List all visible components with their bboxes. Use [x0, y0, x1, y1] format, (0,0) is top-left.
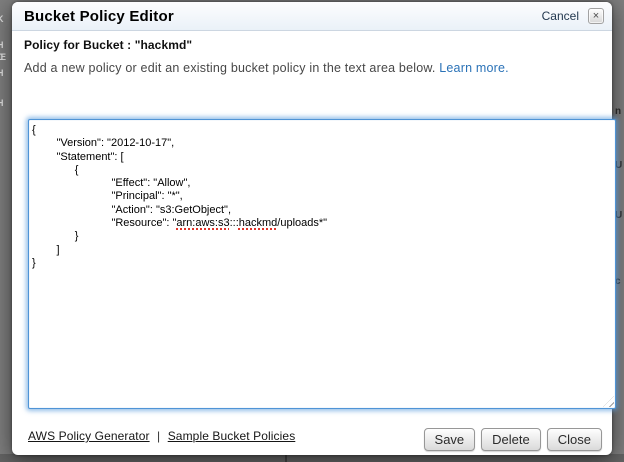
policy-text: { "Version": "2012-10-17", "Statement": … — [32, 124, 611, 270]
sample-bucket-policies-link[interactable]: Sample Bucket Policies — [168, 429, 296, 443]
resize-grip[interactable] — [603, 396, 614, 407]
learn-more-link[interactable]: Learn more. — [439, 61, 509, 75]
backdrop-bottom-strip — [0, 454, 624, 462]
aws-policy-generator-link[interactable]: AWS Policy Generator — [28, 429, 150, 443]
dialog-title: Bucket Policy Editor — [24, 8, 542, 25]
delete-button[interactable]: Delete — [481, 428, 541, 451]
policy-for-bucket-label: Policy for Bucket : "hackmd" — [24, 38, 600, 52]
backdrop-text-fragment: n — [615, 106, 624, 117]
cancel-link[interactable]: Cancel — [542, 9, 579, 23]
policy-textarea[interactable]: { "Version": "2012-10-17", "Statement": … — [28, 119, 616, 409]
backdrop-text-fragment: Œ — [0, 52, 11, 62]
backdrop-text-fragment: K — [0, 14, 11, 24]
backdrop-text-fragment: H — [0, 68, 11, 78]
close-dialog-button[interactable]: Close — [547, 428, 602, 451]
bucket-policy-editor-dialog: Bucket Policy Editor Cancel × Policy for… — [12, 2, 612, 455]
backdrop-divider-line — [285, 454, 287, 462]
footer-buttons: Save Delete Close — [424, 428, 602, 451]
modal-backdrop: K H Œ H H n U U c Bucket Policy Editor C… — [0, 0, 624, 462]
backdrop-text-fragment: H — [0, 98, 11, 108]
dialog-header: Bucket Policy Editor Cancel × — [12, 2, 612, 31]
dialog-body: Policy for Bucket : "hackmd" Add a new p… — [12, 31, 612, 75]
backdrop-text-fragment: U — [615, 210, 624, 221]
backdrop-text-fragment: U — [615, 160, 624, 171]
save-button[interactable]: Save — [424, 428, 476, 451]
link-separator: | — [157, 429, 160, 443]
footer-links: AWS Policy Generator | Sample Bucket Pol… — [28, 429, 295, 443]
close-icon: × — [593, 11, 599, 22]
dialog-description: Add a new policy or edit an existing buc… — [24, 61, 600, 75]
description-text: Add a new policy or edit an existing buc… — [24, 61, 436, 75]
backdrop-text-fragment: c — [615, 276, 624, 287]
backdrop-text-fragment: H — [0, 40, 11, 50]
close-button[interactable]: × — [588, 8, 604, 24]
